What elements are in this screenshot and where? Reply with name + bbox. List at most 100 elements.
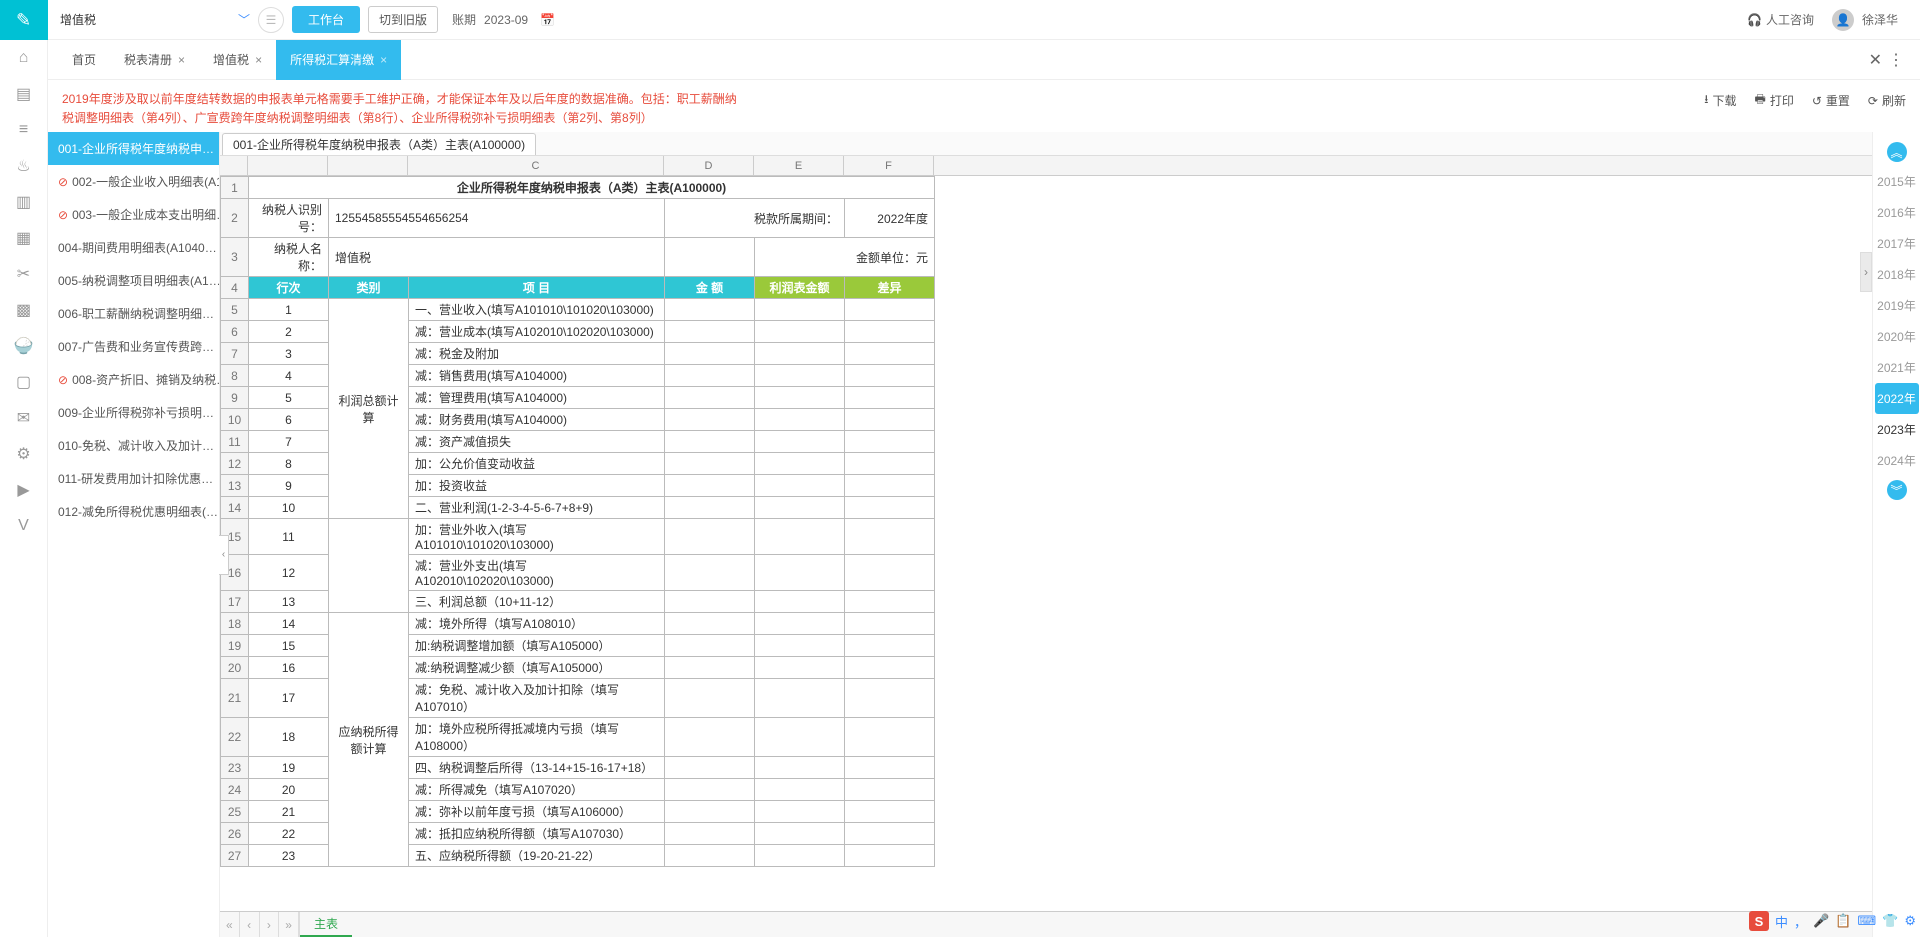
tabs: 首页税表清册×增值税×所得税汇算清缴×✕⋮ [48, 40, 1920, 80]
refresh-link[interactable]: ⟳刷新 [1868, 92, 1906, 109]
ime-item[interactable]: ⚙ [1904, 913, 1916, 929]
ime-item[interactable]: 🎤 [1813, 913, 1829, 929]
print-icon: 🖶 [1755, 90, 1766, 111]
year-2021年[interactable]: 2021年 [1875, 352, 1919, 383]
tab-首页[interactable]: 首页 [58, 40, 110, 80]
ime-item[interactable]: 👕 [1882, 913, 1898, 929]
company-select[interactable]: 增值税 ﹀ [60, 11, 250, 28]
list-item[interactable]: 001-企业所得税年度纳税申… [48, 132, 219, 165]
list-item[interactable]: 006-职工薪酬纳税调整明细… [48, 297, 219, 330]
close-icon[interactable]: × [178, 53, 185, 67]
logo-icon[interactable]: ✎ [0, 0, 48, 40]
close-icon: ✕ [1869, 50, 1882, 70]
nav-clip-icon[interactable]: ▥ [0, 184, 48, 220]
nav-grid-icon[interactable]: ▩ [0, 292, 48, 328]
download-link[interactable]: ⭳下载 [1704, 90, 1736, 111]
print-link[interactable]: 🖶打印 [1755, 90, 1794, 111]
ime-item[interactable]: ⌨ [1857, 913, 1876, 929]
list-item[interactable]: ⊘003-一般企业成本支出明细… [48, 198, 219, 231]
close-icon[interactable]: × [255, 53, 262, 67]
switch-old-button[interactable]: 切到旧版 [368, 6, 438, 33]
ime-item[interactable]: 📋 [1835, 913, 1851, 929]
headset-icon: 🎧 [1747, 13, 1762, 27]
ime-logo-icon[interactable]: S [1749, 911, 1769, 931]
sheet-area: ‹ 001-企业所得税年度纳税申报表（A类）主表(A100000) CDEF 1… [220, 132, 1872, 937]
more-icon: ⋮ [1888, 50, 1904, 70]
tab-增值税[interactable]: 增值税× [199, 40, 276, 80]
list-icon-button[interactable]: ☰ [258, 7, 284, 33]
year-2015年[interactable]: 2015年 [1875, 166, 1919, 197]
nav-home-icon[interactable]: ⌂ [0, 40, 48, 76]
sheet-nav-next[interactable]: › [260, 912, 280, 937]
nav-bowl-icon[interactable]: 🍚 [0, 328, 48, 364]
year-2023年[interactable]: 2023年 [1875, 414, 1919, 445]
col-header[interactable]: E [754, 156, 844, 175]
nav-mail-icon[interactable]: ✉ [0, 400, 48, 436]
tab-税表清册[interactable]: 税表清册× [110, 40, 199, 80]
year-2016年[interactable]: 2016年 [1875, 197, 1919, 228]
col-header[interactable]: D [664, 156, 754, 175]
warn-icon: ⊘ [58, 208, 68, 222]
year-2019年[interactable]: 2019年 [1875, 290, 1919, 321]
hscroll[interactable] [360, 920, 1872, 930]
nav-v-icon[interactable]: V [0, 508, 48, 544]
nav-play-icon[interactable]: ▶ [0, 472, 48, 508]
ime-item[interactable]: ， [1794, 912, 1807, 931]
collapse-handle[interactable]: ‹ [219, 535, 229, 575]
refresh-icon: ⟳ [1868, 94, 1878, 108]
sheet-tab[interactable]: 001-企业所得税年度纳税申报表（A类）主表(A100000) [222, 133, 536, 155]
sheet-nav-first[interactable]: « [220, 912, 240, 937]
left-nav: ✎ ⌂ ▤ ≡ ♨ ▥ ▦ ✂ ▩ 🍚 ▢ ✉ ⚙ ▶ V [0, 0, 48, 937]
avatar-icon: 👤 [1832, 9, 1854, 31]
list-item[interactable]: 007-广告费和业务宣传费跨… [48, 330, 219, 363]
tabs-close-all[interactable]: ✕⋮ [1869, 50, 1910, 70]
period-value[interactable]: 2023-09 [484, 13, 528, 27]
warn-icon: ⊘ [58, 373, 68, 387]
nav-bag-icon[interactable]: ♨ [0, 148, 48, 184]
year-2024年[interactable]: 2024年 [1875, 445, 1919, 476]
col-header[interactable] [328, 156, 408, 175]
company-name: 增值税 [60, 11, 96, 28]
year-2017年[interactable]: 2017年 [1875, 228, 1919, 259]
ime-lang[interactable]: 中 [1775, 912, 1788, 931]
col-header[interactable]: C [408, 156, 664, 175]
workbench-button[interactable]: 工作台 [292, 6, 360, 33]
nav-box-icon[interactable]: ▢ [0, 364, 48, 400]
list-item[interactable]: 011-研发费用加计扣除优惠… [48, 462, 219, 495]
nav-gear-icon[interactable]: ⚙ [0, 436, 48, 472]
list-item[interactable]: 004-期间费用明细表(A1040… [48, 231, 219, 264]
reset-icon: ↺ [1812, 94, 1822, 108]
right-expand-handle[interactable]: › [1860, 252, 1872, 292]
close-icon[interactable]: × [380, 53, 387, 67]
col-header[interactable] [220, 156, 248, 175]
year-down-icon[interactable]: ︾ [1887, 480, 1907, 500]
consult-link[interactable]: 🎧 人工咨询 [1747, 11, 1814, 28]
nav-calc-icon[interactable]: ▦ [0, 220, 48, 256]
year-2018年[interactable]: 2018年 [1875, 259, 1919, 290]
list-item[interactable]: ⊘008-资产折旧、摊销及纳税… [48, 363, 219, 396]
form-list: 001-企业所得税年度纳税申…⊘002-一般企业收入明细表(A1…⊘003-一般… [48, 132, 220, 937]
list-item[interactable]: 009-企业所得税弥补亏损明… [48, 396, 219, 429]
list-item[interactable]: 012-减免所得税优惠明细表(… [48, 495, 219, 528]
year-up-icon[interactable]: ︽ [1887, 142, 1907, 162]
year-2022年[interactable]: 2022年 [1875, 383, 1919, 414]
spreadsheet[interactable]: 1企业所得税年度纳税申报表（A类）主表(A100000)2纳税人识别号：1255… [220, 176, 935, 867]
sheet-nav-prev[interactable]: ‹ [240, 912, 260, 937]
sheet-nav-last[interactable]: » [279, 912, 299, 937]
list-item[interactable]: 010-免税、减计收入及加计… [48, 429, 219, 462]
warning-text: 2019年度涉及取以前年度结转数据的申报表单元格需要手工维护正确，才能保证本年及… [62, 90, 742, 128]
nav-chart-icon[interactable]: ≡ [0, 112, 48, 148]
tab-所得税汇算清缴[interactable]: 所得税汇算清缴× [276, 40, 401, 80]
bottom-sheet-tab[interactable]: 主表 [300, 912, 352, 937]
col-header[interactable] [248, 156, 328, 175]
list-item[interactable]: 005-纳税调整项目明细表(A1… [48, 264, 219, 297]
calendar-icon[interactable]: 📅 [540, 13, 555, 27]
period-label: 账期 [452, 11, 476, 28]
list-item[interactable]: ⊘002-一般企业收入明细表(A1… [48, 165, 219, 198]
nav-shirt-icon[interactable]: ✂ [0, 256, 48, 292]
col-header[interactable]: F [844, 156, 934, 175]
reset-link[interactable]: ↺重置 [1812, 92, 1850, 109]
year-2020年[interactable]: 2020年 [1875, 321, 1919, 352]
user-menu[interactable]: 👤 徐泽华 [1832, 9, 1898, 31]
nav-doc-icon[interactable]: ▤ [0, 76, 48, 112]
